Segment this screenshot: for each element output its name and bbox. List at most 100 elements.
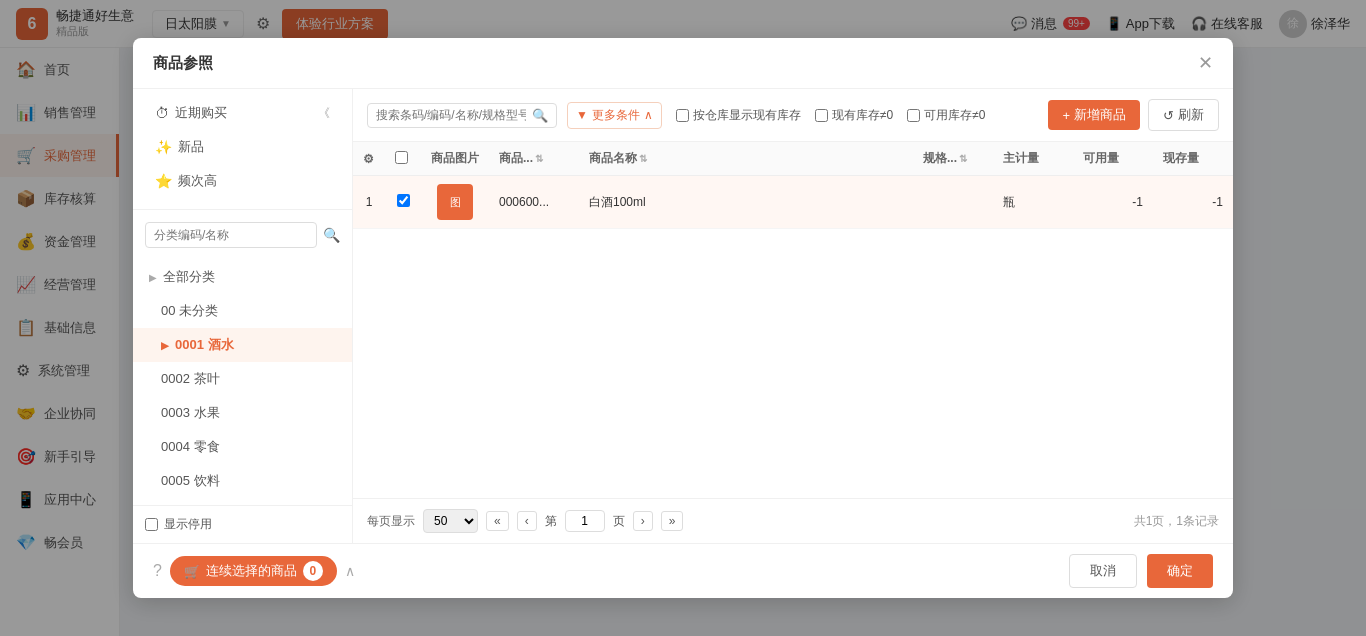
refresh-btn[interactable]: ↺ 刷新 — [1148, 99, 1219, 131]
filter-icon: ▼ — [576, 108, 588, 122]
category-item-0003[interactable]: 0003 水果 — [133, 396, 352, 430]
refresh-label: 刷新 — [1178, 106, 1204, 124]
per-page-label: 每页显示 — [367, 513, 415, 530]
th-stock[interactable]: 现存量 — [1153, 142, 1233, 176]
modal-pagination: 每页显示 20 50 100 « ‹ 第 页 › » 共1页，1条记录 — [353, 498, 1233, 543]
product-search-input[interactable] — [376, 108, 526, 122]
next-page-btn[interactable]: › — [633, 511, 653, 531]
row-image: 图 — [421, 176, 489, 229]
toolbar-right: + 新增商品 ↺ 刷新 — [1048, 99, 1219, 131]
modal-body: ⏱ 近期购买 《 ✨ 新品 ⭐ 频次高 🔍 — [133, 89, 1233, 543]
search-bar: 🔍 — [367, 103, 557, 128]
frequent-icon: ⭐ — [155, 173, 172, 189]
first-page-btn[interactable]: « — [486, 511, 509, 531]
category-item-all[interactable]: ▶ 全部分类 — [133, 260, 352, 294]
th-image[interactable]: 商品图片 — [421, 142, 489, 176]
th-available[interactable]: 可用量 — [1073, 142, 1153, 176]
confirm-btn[interactable]: 确定 — [1147, 554, 1213, 588]
cart-btn[interactable]: 🛒 连续选择的商品 0 — [170, 556, 337, 586]
product-image-placeholder: 图 — [437, 184, 473, 220]
search-icon[interactable]: 🔍 — [323, 227, 340, 243]
row-unit: 瓶 — [993, 176, 1073, 229]
pagination-info: 共1页，1条记录 — [1134, 513, 1219, 530]
category-all-label: 全部分类 — [163, 268, 215, 286]
modal-tab-recent[interactable]: ⏱ 近期购买 《 — [145, 97, 340, 129]
filter-btn[interactable]: ▼ 更多条件 ∧ — [567, 102, 662, 129]
category-item-0002[interactable]: 0002 茶叶 — [133, 362, 352, 396]
th-spec[interactable]: 规格...⇅ — [913, 142, 993, 176]
modal-tab-frequent[interactable]: ⭐ 频次高 — [145, 165, 340, 197]
prev-page-btn[interactable]: ‹ — [517, 511, 537, 531]
new-icon: ✨ — [155, 139, 172, 155]
checkbox-stock-not-zero[interactable]: 现有库存≠0 — [815, 107, 893, 124]
table-row[interactable]: 1 图 000600... 白酒100ml 瓶 -1 -1 — [353, 176, 1233, 229]
category-item-00[interactable]: 00 未分类 — [133, 294, 352, 328]
modal-footer-left: 显示停用 — [133, 505, 352, 543]
footer-right: 取消 确定 — [1069, 554, 1213, 588]
modal-right-panel: 🔍 ▼ 更多条件 ∧ 按仓库显示现有库存 现 — [353, 89, 1233, 543]
search-submit-icon[interactable]: 🔍 — [532, 108, 548, 123]
recent-label: 近期购买 — [175, 104, 227, 122]
category-0002-label: 0002 茶叶 — [161, 370, 220, 388]
cart-icon: 🛒 — [184, 564, 200, 579]
th-unit[interactable]: 主计量 — [993, 142, 1073, 176]
modal-left-search: 🔍 — [133, 214, 352, 256]
checkbox-available-not-zero[interactable]: 可用库存≠0 — [907, 107, 985, 124]
modal-toolbar: 🔍 ▼ 更多条件 ∧ 按仓库显示现有库存 现 — [353, 89, 1233, 142]
close-icon[interactable]: ✕ — [1198, 52, 1213, 74]
category-item-0004[interactable]: 0004 零食 — [133, 430, 352, 464]
filter-chevron-icon: ∧ — [644, 108, 653, 122]
add-product-label: 新增商品 — [1074, 106, 1126, 124]
frequent-label: 频次高 — [178, 172, 217, 190]
new-label: 新品 — [178, 138, 204, 156]
category-item-0001[interactable]: ▶ 0001 酒水 — [133, 328, 352, 362]
add-icon: + — [1062, 108, 1070, 123]
expand-icon: ▶ — [149, 272, 157, 283]
page-input[interactable] — [565, 510, 605, 532]
th-name[interactable]: 商品名称⇅ — [579, 142, 913, 176]
divider — [133, 209, 352, 210]
modal-overlay: 商品参照 ✕ ⏱ 近期购买 《 ✨ 新品 ⭐ — [0, 0, 1366, 636]
per-page-select[interactable]: 20 50 100 — [423, 509, 478, 533]
cancel-btn[interactable]: 取消 — [1069, 554, 1137, 588]
th-settings: ⚙ — [353, 142, 385, 176]
th-code[interactable]: 商品...⇅ — [489, 142, 579, 176]
modal-categories: ▶ 全部分类 00 未分类 ▶ 0001 酒水 0002 茶叶 0003 水果 — [133, 256, 352, 505]
category-0005-label: 0005 饮料 — [161, 472, 220, 490]
row-checkbox[interactable] — [385, 176, 421, 229]
row-code: 000600... — [489, 176, 579, 229]
checkbox-stock-label: 现有库存≠0 — [832, 107, 893, 124]
last-page-btn[interactable]: » — [661, 511, 684, 531]
page-label: 第 — [545, 513, 557, 530]
select-all-checkbox[interactable] — [395, 151, 408, 164]
collapse-cart-icon[interactable]: ∧ — [345, 563, 355, 579]
show-disabled-label[interactable]: 显示停用 — [164, 516, 212, 533]
category-item-0008[interactable]: 0008 水 — [133, 498, 352, 505]
checkbox-warehouse-label: 按仓库显示现有库存 — [693, 107, 801, 124]
row-num: 1 — [353, 176, 385, 229]
cart-label: 连续选择的商品 — [206, 562, 297, 580]
modal-table-wrapper: ⚙ 商品图片 商品...⇅ 商品名称⇅ 规格...⇅ 主计量 可用量 现存量 — [353, 142, 1233, 498]
category-item-0005[interactable]: 0005 饮料 — [133, 464, 352, 498]
show-disabled-checkbox[interactable] — [145, 518, 158, 531]
category-0004-label: 0004 零食 — [161, 438, 220, 456]
table-header-row: ⚙ 商品图片 商品...⇅ 商品名称⇅ 规格...⇅ 主计量 可用量 现存量 — [353, 142, 1233, 176]
collapse-icon[interactable]: 《 — [318, 105, 330, 122]
help-icon[interactable]: ? — [153, 562, 162, 580]
modal-left-tabs: ⏱ 近期购买 《 ✨ 新品 ⭐ 频次高 — [133, 89, 352, 205]
category-search-input[interactable] — [145, 222, 317, 248]
th-check — [385, 142, 421, 176]
footer-left: ? 🛒 连续选择的商品 0 ∧ — [153, 556, 355, 586]
modal-tab-new[interactable]: ✨ 新品 — [145, 131, 340, 163]
row-name: 白酒100ml — [579, 176, 913, 229]
filter-label: 更多条件 — [592, 107, 640, 124]
modal-header: 商品参照 ✕ — [133, 38, 1233, 89]
modal-footer: ? 🛒 连续选择的商品 0 ∧ 取消 确定 — [133, 543, 1233, 598]
checkbox-show-by-warehouse[interactable]: 按仓库显示现有库存 — [676, 107, 801, 124]
row-available: -1 — [1073, 176, 1153, 229]
checkbox-available-label: 可用库存≠0 — [924, 107, 985, 124]
page-suffix: 页 — [613, 513, 625, 530]
category-0001-label: 0001 酒水 — [175, 336, 234, 354]
add-product-btn[interactable]: + 新增商品 — [1048, 100, 1140, 130]
product-table: ⚙ 商品图片 商品...⇅ 商品名称⇅ 规格...⇅ 主计量 可用量 现存量 — [353, 142, 1233, 229]
